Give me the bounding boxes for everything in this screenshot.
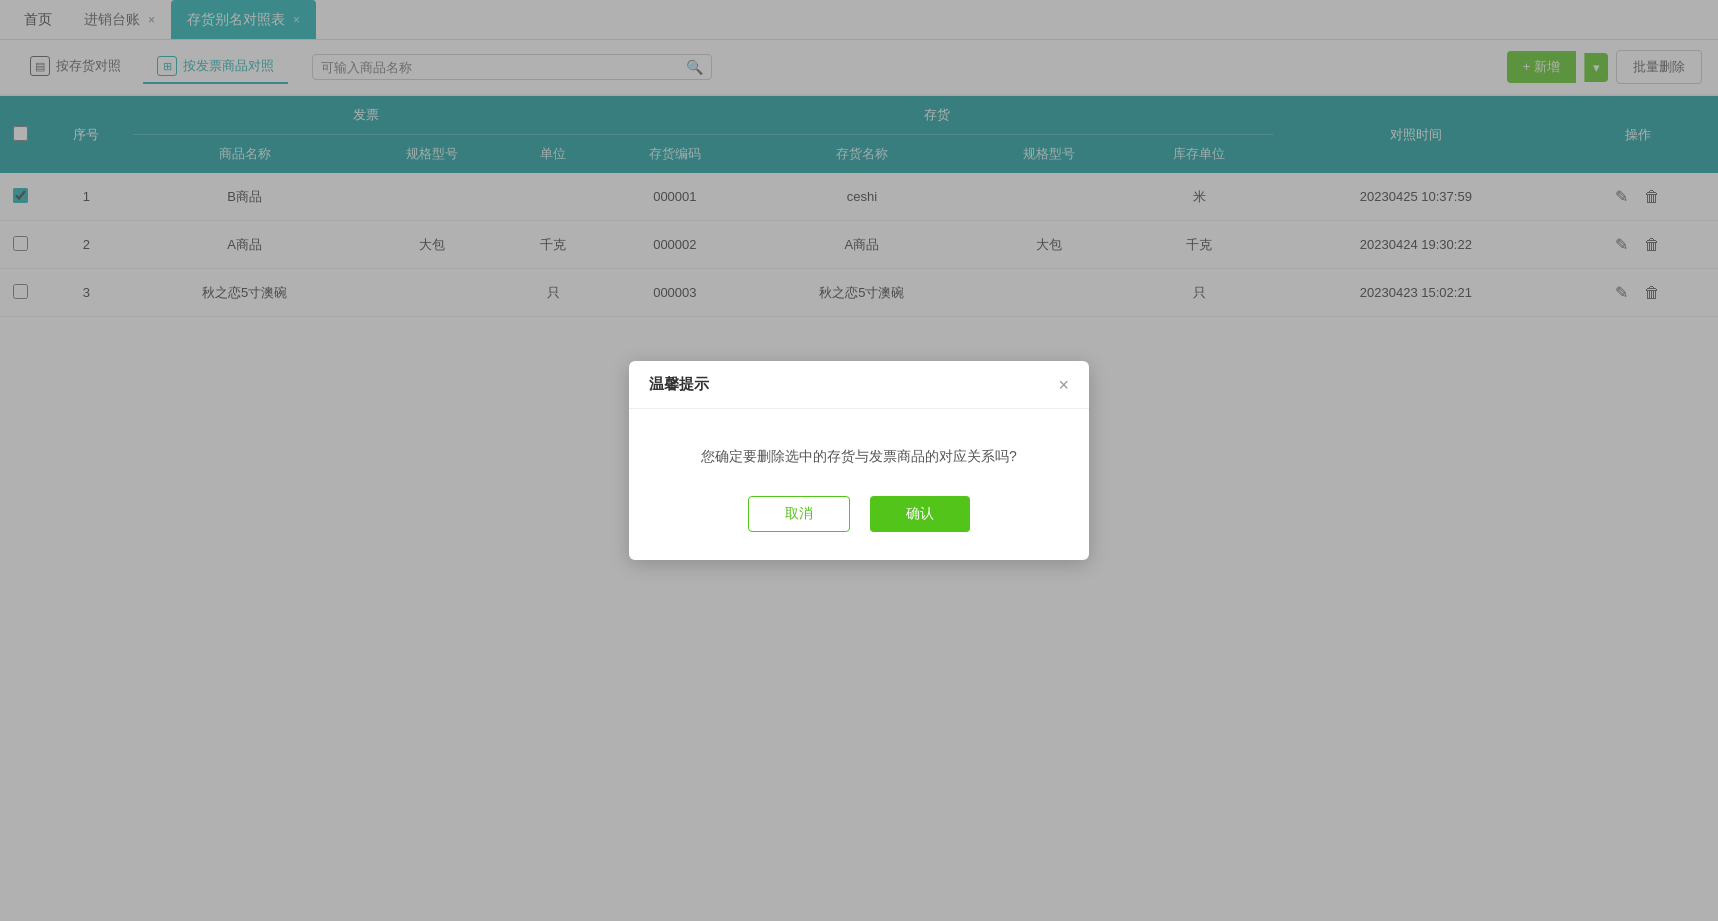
dialog-close-btn[interactable]: × [1058,376,1069,394]
dialog-footer: 取消 确认 [629,496,1089,560]
overlay: 温馨提示 × 您确定要删除选中的存货与发票商品的对应关系吗? 取消 确认 [0,0,1718,921]
dialog-header: 温馨提示 × [629,361,1089,409]
dialog-body: 您确定要删除选中的存货与发票商品的对应关系吗? [629,409,1089,495]
btn-confirm[interactable]: 确认 [870,496,970,532]
btn-cancel[interactable]: 取消 [748,496,850,532]
content-area: ▤ 按存货对照 ⊞ 按发票商品对照 🔍 + 新增 ▾ 批量删除 [0,40,1718,921]
dialog-message: 您确定要删除选中的存货与发票商品的对应关系吗? [701,448,1017,464]
dialog-title: 温馨提示 [649,375,709,394]
dialog: 温馨提示 × 您确定要删除选中的存货与发票商品的对应关系吗? 取消 确认 [629,361,1089,559]
